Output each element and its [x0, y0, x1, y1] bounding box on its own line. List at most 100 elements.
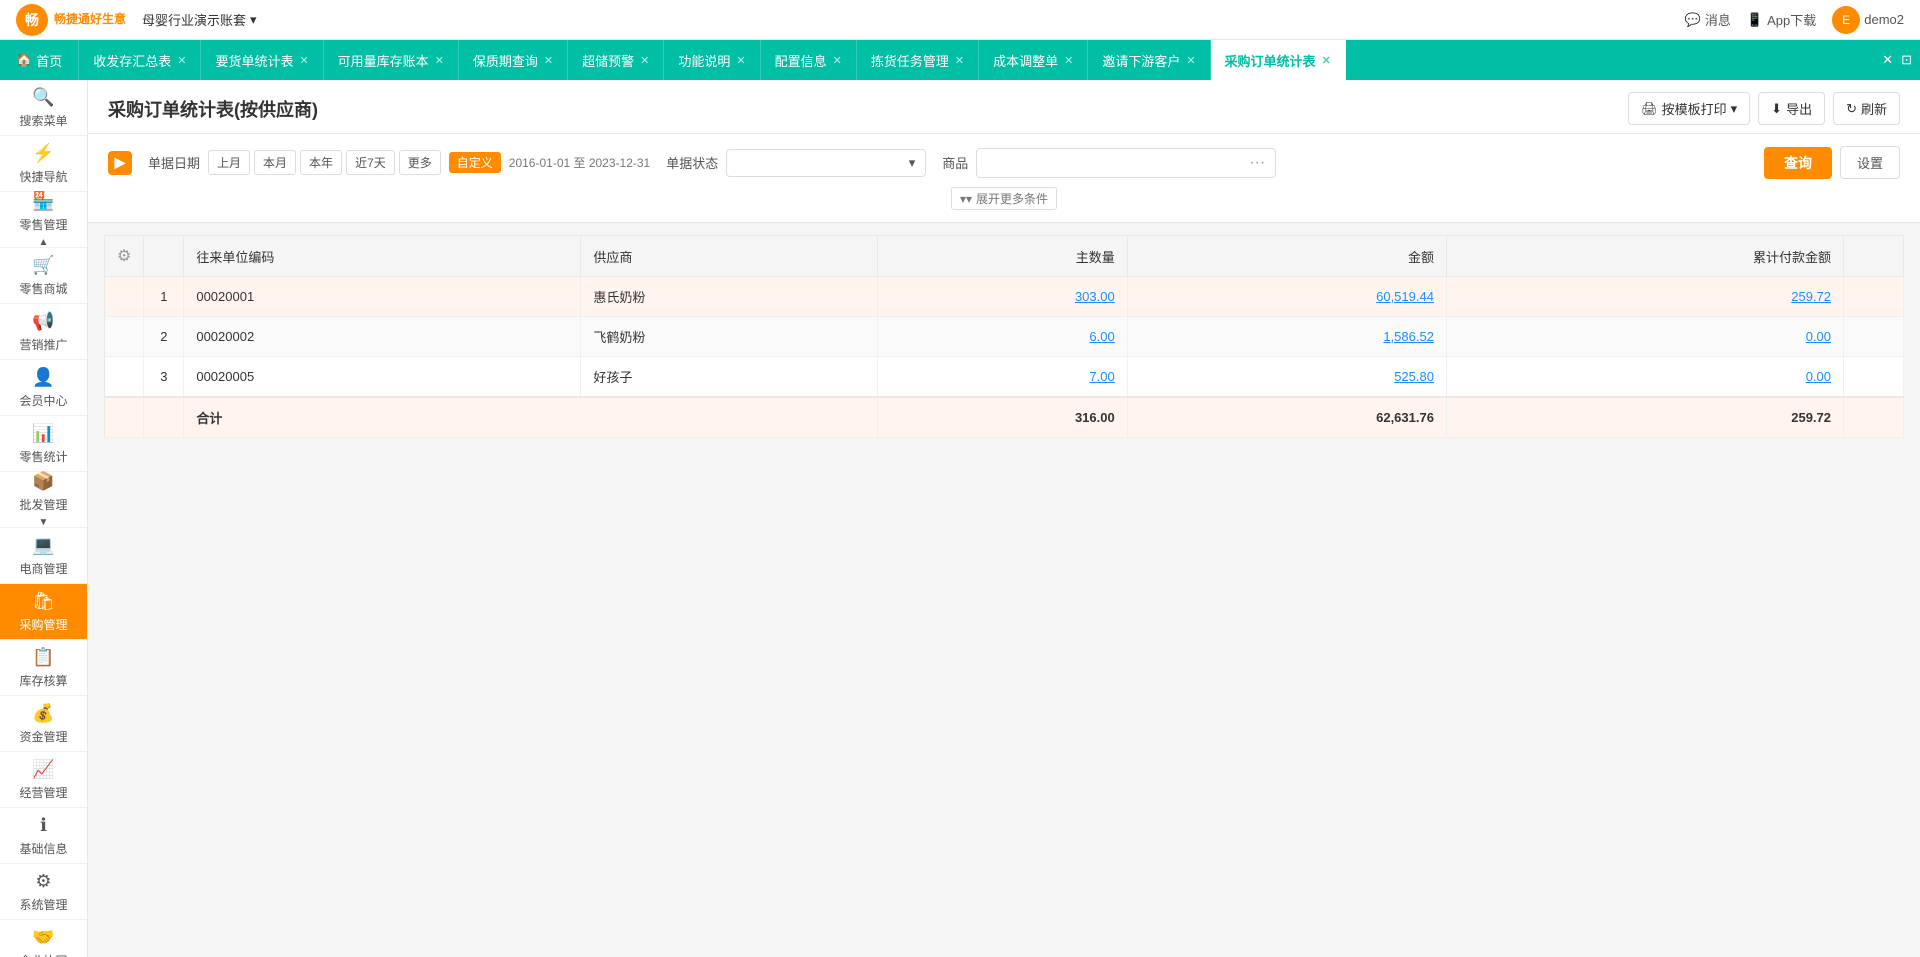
refresh-label: 刷新 — [1861, 99, 1887, 118]
close-icon[interactable]: ✕ — [299, 54, 308, 67]
chevron-down-icon: ▼ — [39, 517, 49, 528]
close-icon[interactable]: ✕ — [1186, 54, 1195, 67]
row2-extra — [1844, 317, 1904, 357]
data-table: ⚙ 往来单位编码 供应商 主数量 金额 累计付款金额 1 — [104, 235, 1904, 438]
row1-supplier: 惠氏奶粉 — [581, 277, 878, 317]
gear-icon[interactable]: ⚙ — [117, 248, 131, 265]
sidebar-item-purchase-mgmt[interactable]: 🛍 采购管理 — [0, 584, 87, 640]
user-action[interactable]: E demo2 — [1832, 6, 1904, 34]
row1-quantity: 303.00 — [878, 277, 1128, 317]
footer-quantity: 316.00 — [878, 397, 1128, 438]
th-unit-code: 往来单位编码 — [184, 236, 581, 277]
settings-button[interactable]: 设置 — [1840, 146, 1900, 179]
sidebar-item-member[interactable]: 👤 会员中心 — [0, 360, 87, 416]
close-icon[interactable]: ✕ — [177, 54, 186, 67]
expand-label: 展开更多条件 — [976, 190, 1048, 207]
wholesale-mgmt-icon: 📦 — [32, 471, 54, 492]
tab-cost-adjust[interactable]: 成本调整单 ✕ — [979, 40, 1088, 80]
nav-close-icon[interactable]: ✕ — [1882, 52, 1893, 68]
sidebar-item-ecommerce[interactable]: 💻 电商管理 — [0, 528, 87, 584]
marketing-icon: 📢 — [32, 311, 54, 332]
sidebar-item-retail-stat[interactable]: 📊 零售统计 — [0, 416, 87, 472]
row2-quantity: 6.00 — [878, 317, 1128, 357]
tab-invite-downstream[interactable]: 邀请下游客户 ✕ — [1088, 40, 1210, 80]
expand-button[interactable]: ▾▾ 展开更多条件 — [951, 187, 1057, 210]
footer-amount: 62,631.76 — [1127, 397, 1446, 438]
shortcut-7days[interactable]: 近7天 — [346, 150, 395, 175]
tab-purchase-summary-label: 采购订单统计表 — [1225, 51, 1316, 70]
sidebar-item-stock-check[interactable]: 📋 库存核算 — [0, 640, 87, 696]
th-supplier: 供应商 — [581, 236, 878, 277]
purchase-mgmt-icon: 🛍 — [32, 591, 55, 612]
row2-quantity-link[interactable]: 6.00 — [1089, 329, 1114, 344]
shortcut-last-month[interactable]: 上月 — [208, 150, 250, 175]
tab-config-info-label: 配置信息 — [775, 51, 827, 70]
sidebar-item-operation[interactable]: 📈 经营管理 — [0, 752, 87, 808]
logo-area: 畅 畅捷通好生意 — [16, 4, 126, 36]
sidebar-item-search[interactable]: 🔍 搜索菜单 — [0, 80, 87, 136]
tab-overstock[interactable]: 超储预警 ✕ — [568, 40, 664, 80]
sidebar-item-system[interactable]: ⚙ 系统管理 — [0, 864, 87, 920]
shortcut-this-year[interactable]: 本年 — [300, 150, 342, 175]
tab-expiry-query[interactable]: 保质期查询 ✕ — [459, 40, 568, 80]
table-row: 2 00020002 飞鹤奶粉 6.00 1,586.52 0.00 — [105, 317, 1904, 357]
row1-index: 1 — [144, 277, 184, 317]
row3-paid-link[interactable]: 0.00 — [1806, 369, 1831, 384]
close-icon[interactable]: ✕ — [833, 54, 842, 67]
tab-task-mgmt[interactable]: 拣货任务管理 ✕ — [857, 40, 979, 80]
close-icon[interactable]: ✕ — [955, 54, 964, 67]
tab-home[interactable]: 🏠 首页 — [0, 40, 79, 80]
row3-amount-link[interactable]: 525.80 — [1394, 369, 1434, 384]
app-download-action[interactable]: 📱 App下载 — [1747, 10, 1816, 29]
row2-amount-link[interactable]: 1,586.52 — [1383, 329, 1434, 344]
chevron-down-icon: ▾ — [1731, 101, 1738, 117]
row1-paid: 259.72 — [1446, 277, 1843, 317]
tab-available-stock[interactable]: 可用量库存账本 ✕ — [324, 40, 459, 80]
tab-config-info[interactable]: 配置信息 ✕ — [761, 40, 857, 80]
row1-quantity-link[interactable]: 303.00 — [1075, 289, 1115, 304]
status-select[interactable]: ▾ — [726, 149, 926, 177]
shortcut-more[interactable]: 更多 — [399, 150, 441, 175]
sidebar-item-basic-info[interactable]: ℹ 基础信息 — [0, 808, 87, 864]
tab-function-desc[interactable]: 功能说明 ✕ — [664, 40, 760, 80]
goods-filter-label: 商品 — [942, 153, 968, 172]
table-footer: 合计 316.00 62,631.76 259.72 — [105, 397, 1904, 438]
tab-purchase-summary[interactable]: 采购订单统计表 ✕ — [1211, 40, 1346, 80]
search-button[interactable]: 查询 — [1764, 147, 1832, 179]
export-button[interactable]: ⬇ 导出 — [1758, 92, 1825, 125]
retail-mgmt-icon: 🏪 — [32, 191, 54, 212]
sidebar-item-retail-shop[interactable]: 🛒 零售商城 — [0, 248, 87, 304]
print-button[interactable]: 🖨 按模板打印 ▾ — [1628, 92, 1750, 125]
sidebar-item-search-label: 搜索菜单 — [19, 112, 67, 129]
filter-toggle[interactable]: ▶ — [108, 151, 132, 175]
close-icon[interactable]: ✕ — [435, 54, 444, 67]
sidebar-item-cooperation[interactable]: 🤝 企业协同 — [0, 920, 87, 957]
row2-amount: 1,586.52 — [1127, 317, 1446, 357]
sidebar-item-wholesale-mgmt[interactable]: 📦 批发管理 ▼ — [0, 472, 87, 528]
row1-amount-link[interactable]: 60,519.44 — [1376, 289, 1434, 304]
shortcut-this-month[interactable]: 本月 — [254, 150, 296, 175]
sidebar-item-quick-nav[interactable]: ⚡ 快捷导航 — [0, 136, 87, 192]
tab-cost-adjust-label: 成本调整单 — [993, 51, 1058, 70]
print-label: 按模板打印 — [1662, 99, 1727, 118]
row2-paid-link[interactable]: 0.00 — [1806, 329, 1831, 344]
close-icon[interactable]: ✕ — [736, 54, 745, 67]
tab-order-summary[interactable]: 要货单统计表 ✕ — [201, 40, 323, 80]
close-icon[interactable]: ✕ — [1064, 54, 1073, 67]
sidebar-item-marketing[interactable]: 📢 营销推广 — [0, 304, 87, 360]
row3-quantity-link[interactable]: 7.00 — [1089, 369, 1114, 384]
tab-collection[interactable]: 收发存汇总表 ✕ — [79, 40, 201, 80]
close-icon[interactable]: ✕ — [544, 54, 553, 67]
workspace-selector[interactable]: 母婴行业演示账套 ▾ — [134, 6, 265, 33]
table-row: 1 00020001 惠氏奶粉 303.00 60,519.44 259.72 — [105, 277, 1904, 317]
nav-expand-icon[interactable]: ⊡ — [1901, 52, 1912, 68]
close-icon[interactable]: ✕ — [640, 54, 649, 67]
sidebar-item-retail-mgmt[interactable]: 🏪 零售管理 ▲ — [0, 192, 87, 248]
close-icon[interactable]: ✕ — [1322, 54, 1331, 67]
refresh-button[interactable]: ↻ 刷新 — [1833, 92, 1900, 125]
message-action[interactable]: 💬 消息 — [1685, 10, 1731, 29]
goods-input[interactable]: ··· — [976, 148, 1276, 178]
row1-paid-link[interactable]: 259.72 — [1791, 289, 1831, 304]
sidebar-item-member-label: 会员中心 — [19, 392, 67, 409]
sidebar-item-finance[interactable]: 💰 资金管理 — [0, 696, 87, 752]
